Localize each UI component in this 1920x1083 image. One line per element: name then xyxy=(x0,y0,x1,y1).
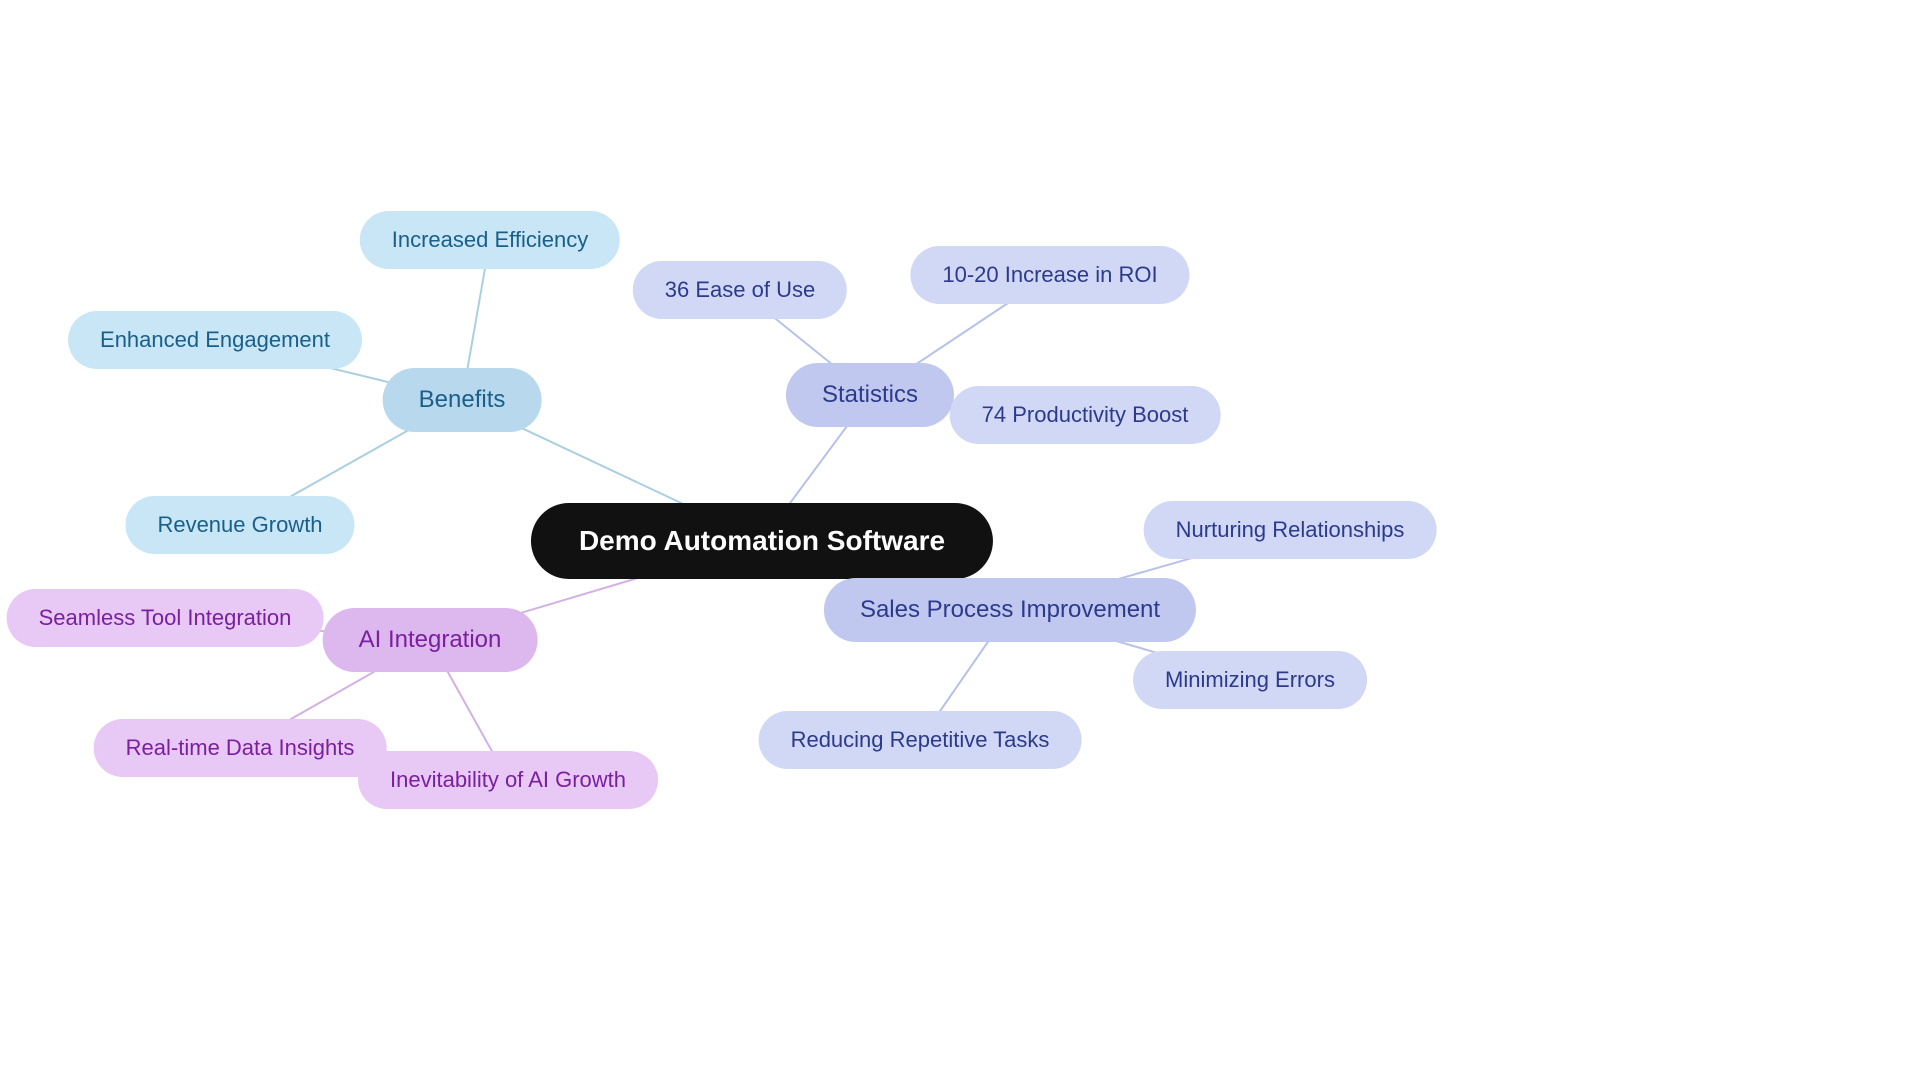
child-nurturing-relationships: Nurturing Relationships xyxy=(1144,501,1437,559)
child-increase-roi: 10-20 Increase in ROI xyxy=(910,246,1189,304)
child-productivity-boost: 74 Productivity Boost xyxy=(950,386,1221,444)
branch-sales-process: Sales Process Improvement xyxy=(824,578,1196,642)
child-seamless-tool: Seamless Tool Integration xyxy=(7,589,324,647)
child-revenue-growth: Revenue Growth xyxy=(125,496,354,554)
child-reducing-repetitive: Reducing Repetitive Tasks xyxy=(759,711,1082,769)
branch-statistics: Statistics xyxy=(786,363,954,427)
mindmap-container: Demo Automation Software Benefits Increase… xyxy=(0,0,1920,1083)
child-increased-efficiency: Increased Efficiency xyxy=(360,211,620,269)
child-enhanced-engagement: Enhanced Engagement xyxy=(68,311,362,369)
child-ease-of-use: 36 Ease of Use xyxy=(633,261,847,319)
branch-ai-integration: AI Integration xyxy=(323,608,538,672)
child-minimizing-errors: Minimizing Errors xyxy=(1133,651,1367,709)
center-node: Demo Automation Software xyxy=(531,503,993,579)
branch-benefits: Benefits xyxy=(383,368,542,432)
child-realtime-data: Real-time Data Insights xyxy=(94,719,387,777)
child-inevitability-ai: Inevitability of AI Growth xyxy=(358,751,658,809)
